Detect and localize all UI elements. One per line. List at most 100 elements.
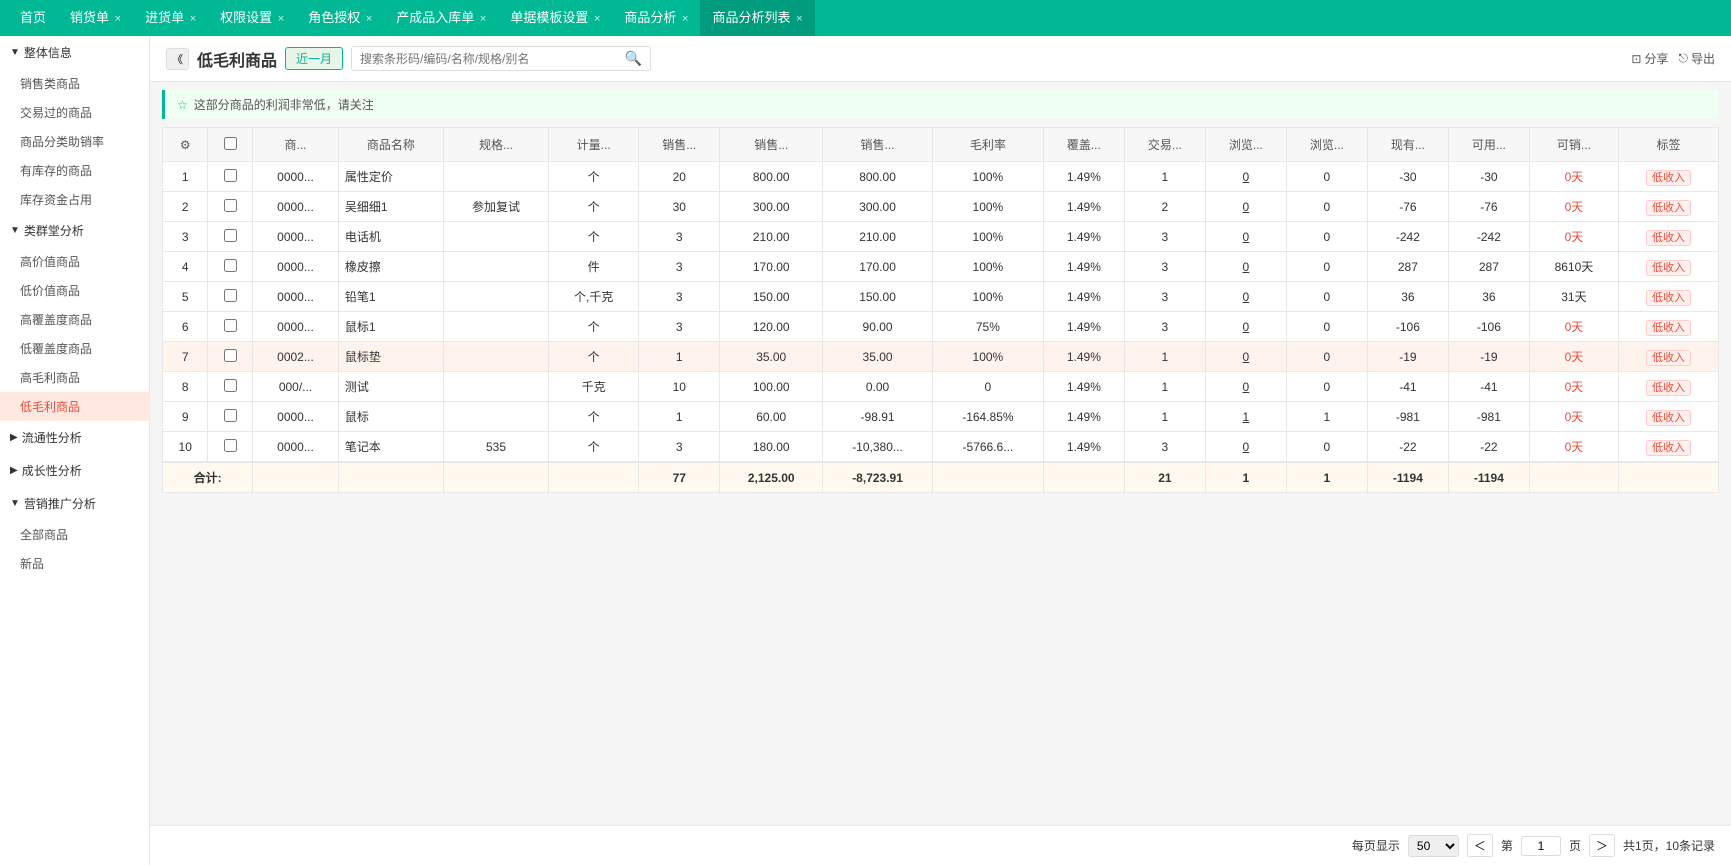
row-browse1[interactable]: 0: [1205, 312, 1286, 342]
row-select-checkbox[interactable]: [224, 259, 237, 272]
sidebar-section-cluster[interactable]: ▼ 类群堂分析: [0, 214, 149, 247]
row-select-checkbox[interactable]: [224, 169, 237, 182]
sidebar-item-low-coverage[interactable]: 低覆盖度商品: [0, 334, 149, 363]
sidebar-item-low-margin[interactable]: 低毛利商品: [0, 392, 149, 421]
browse-link[interactable]: 0: [1243, 170, 1250, 184]
sidebar-item-new-goods[interactable]: 新品: [0, 549, 149, 578]
browse-link[interactable]: 0: [1243, 320, 1250, 334]
nav-roles[interactable]: 角色授权 ×: [296, 0, 384, 36]
close-sales-icon[interactable]: ×: [115, 13, 121, 25]
row-checkbox[interactable]: [208, 162, 253, 192]
row-no: 5: [163, 282, 208, 312]
row-sales2: 300.00: [720, 192, 823, 222]
nav-product-entry[interactable]: 产成品入库单 ×: [384, 0, 498, 36]
export-button[interactable]: ⎋ 导出: [1678, 50, 1715, 67]
table-container[interactable]: ⚙ 商... 商品名称 规格... 计量... 销售... 销售... 销售..…: [150, 127, 1731, 825]
nav-home[interactable]: 首页: [8, 0, 58, 36]
row-browse1[interactable]: 0: [1205, 162, 1286, 192]
row-select-checkbox[interactable]: [224, 379, 237, 392]
select-all-checkbox[interactable]: [224, 137, 237, 150]
browse-link[interactable]: 0: [1243, 230, 1250, 244]
nav-permissions[interactable]: 权限设置 ×: [208, 0, 296, 36]
row-browse1[interactable]: 0: [1205, 372, 1286, 402]
sidebar-item-sales-goods[interactable]: 销售类商品: [0, 69, 149, 98]
sidebar-item-high-value[interactable]: 高价值商品: [0, 247, 149, 276]
close-purchase-icon[interactable]: ×: [190, 13, 196, 25]
row-checkbox[interactable]: [208, 342, 253, 372]
content-area: 《 低毛利商品 近一月 🔍 ⊡ 分享 ⎋ 导出 ☆ 这部分商品的利润非常低，: [150, 36, 1731, 865]
row-checkbox[interactable]: [208, 192, 253, 222]
close-roles-icon[interactable]: ×: [366, 13, 372, 25]
row-select-checkbox[interactable]: [224, 199, 237, 212]
row-checkbox[interactable]: [208, 402, 253, 432]
nav-template[interactable]: 单据模板设置 ×: [498, 0, 612, 36]
footer-total-row: 合计: 77 2,125.00 -8,723.91 21 1 1 -1194: [163, 462, 1719, 493]
sidebar-item-low-value[interactable]: 低价值商品: [0, 276, 149, 305]
settings-icon[interactable]: ⚙: [180, 138, 191, 152]
sidebar-item-high-margin[interactable]: 高毛利商品: [0, 363, 149, 392]
browse-link[interactable]: 0: [1243, 260, 1250, 274]
close-template-icon[interactable]: ×: [594, 13, 600, 25]
row-browse1[interactable]: 0: [1205, 282, 1286, 312]
row-spec: [443, 252, 548, 282]
close-product-entry-icon[interactable]: ×: [480, 13, 486, 25]
sidebar-item-category-rate[interactable]: 商品分类助销率: [0, 127, 149, 156]
col-checkbox[interactable]: [208, 128, 253, 162]
page-number-input[interactable]: [1521, 836, 1561, 856]
row-browse1[interactable]: 0: [1205, 342, 1286, 372]
prev-page-button[interactable]: ＜: [1467, 834, 1493, 857]
col-browse1: 浏览...: [1205, 128, 1286, 162]
filter-period-button[interactable]: 近一月: [285, 47, 343, 70]
row-select-checkbox[interactable]: [224, 439, 237, 452]
sidebar-item-all-goods[interactable]: 全部商品: [0, 520, 149, 549]
nav-sales[interactable]: 销货单 ×: [58, 0, 133, 36]
browse-link[interactable]: 0: [1243, 380, 1250, 394]
share-button[interactable]: ⊡ 分享: [1631, 50, 1668, 67]
row-browse1[interactable]: 1: [1205, 402, 1286, 432]
collapse-sidebar-button[interactable]: 《: [166, 48, 189, 70]
search-icon[interactable]: 🔍: [625, 50, 642, 67]
row-checkbox[interactable]: [208, 372, 253, 402]
browse-link[interactable]: 0: [1243, 290, 1250, 304]
sidebar-section-overall[interactable]: ▼ 整体信息: [0, 36, 149, 69]
row-select-checkbox[interactable]: [224, 409, 237, 422]
browse-link[interactable]: 0: [1243, 440, 1250, 454]
footer-s3: -8,723.91: [823, 462, 933, 493]
search-input[interactable]: [360, 52, 625, 66]
browse-link[interactable]: 0: [1243, 200, 1250, 214]
row-select-checkbox[interactable]: [224, 229, 237, 242]
sidebar-section-marketing[interactable]: ▼ 营销推广分析: [0, 487, 149, 520]
row-browse1[interactable]: 0: [1205, 192, 1286, 222]
sidebar-section-growth[interactable]: ▶ 成长性分析: [0, 454, 149, 487]
row-stock: -41: [1367, 372, 1448, 402]
nav-product-analysis[interactable]: 商品分析 ×: [612, 0, 700, 36]
row-select-checkbox[interactable]: [224, 319, 237, 332]
col-settings[interactable]: ⚙: [163, 128, 208, 162]
row-browse1[interactable]: 0: [1205, 222, 1286, 252]
sidebar-item-stocked-goods[interactable]: 有库存的商品: [0, 156, 149, 185]
browse-link[interactable]: 0: [1243, 350, 1250, 364]
close-permissions-icon[interactable]: ×: [278, 13, 284, 25]
row-trade: 3: [1124, 222, 1205, 252]
row-browse1[interactable]: 0: [1205, 432, 1286, 463]
row-select-checkbox[interactable]: [224, 349, 237, 362]
row-checkbox[interactable]: [208, 222, 253, 252]
per-page-select[interactable]: 50 100 200: [1408, 835, 1459, 857]
row-browse1[interactable]: 0: [1205, 252, 1286, 282]
close-analysis-icon[interactable]: ×: [682, 13, 688, 25]
sidebar-item-high-coverage[interactable]: 高覆盖度商品: [0, 305, 149, 334]
nav-product-analysis-list[interactable]: 商品分析列表 ×: [700, 0, 814, 36]
row-checkbox[interactable]: [208, 252, 253, 282]
sidebar-section-cluster-label: 类群堂分析: [24, 222, 84, 239]
row-select-checkbox[interactable]: [224, 289, 237, 302]
row-checkbox[interactable]: [208, 282, 253, 312]
browse-link[interactable]: 1: [1243, 410, 1250, 424]
nav-purchase[interactable]: 进货单 ×: [133, 0, 208, 36]
close-analysis-list-icon[interactable]: ×: [796, 13, 802, 25]
sidebar-item-capital[interactable]: 库存资金占用: [0, 185, 149, 214]
sidebar-item-traded-goods[interactable]: 交易过的商品: [0, 98, 149, 127]
row-checkbox[interactable]: [208, 312, 253, 342]
next-page-button[interactable]: ＞: [1589, 834, 1615, 857]
row-checkbox[interactable]: [208, 432, 253, 463]
sidebar-section-circulation[interactable]: ▶ 流通性分析: [0, 421, 149, 454]
